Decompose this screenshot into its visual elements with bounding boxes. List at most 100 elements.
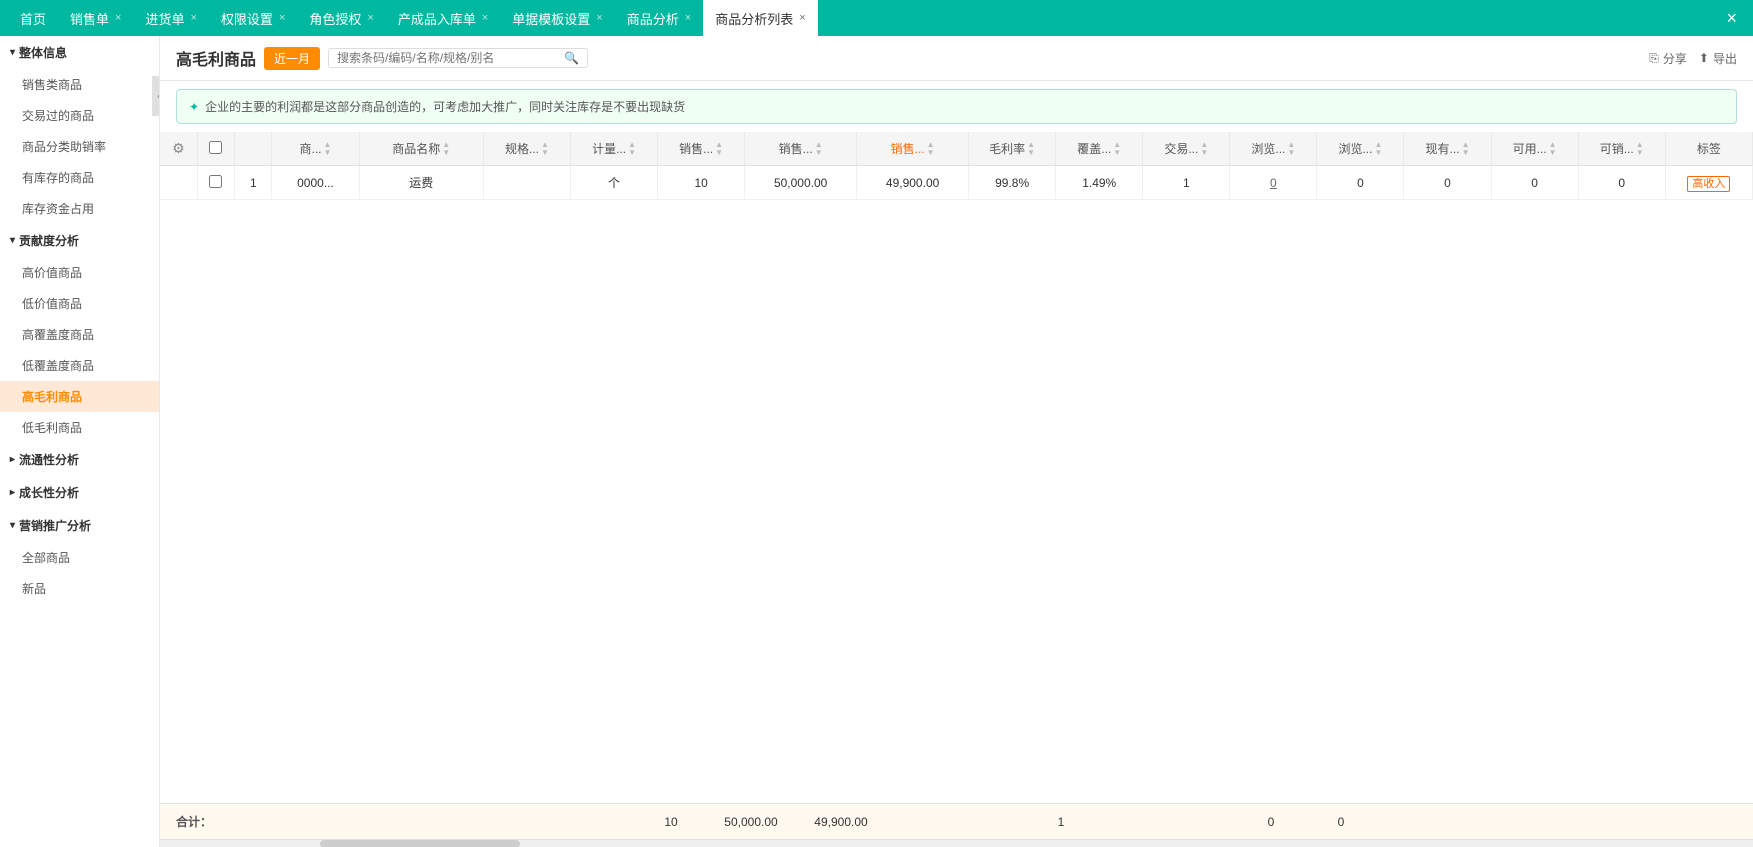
tab-template-settings[interactable]: 单据模板设置 × <box>500 0 614 36</box>
close-product-analysis-list[interactable]: × <box>799 12 805 24</box>
tab-permission-settings[interactable]: 权限设置 × <box>209 0 297 36</box>
export-btn[interactable]: ⬆ 导出 <box>1699 50 1737 67</box>
th-sales-amount[interactable]: 销售... ▲ ▼ <box>745 132 857 166</box>
table-row: 1 0000... 运费 个 10 50,000.00 49,900.00 99… <box>160 166 1753 200</box>
arrow-contribution: ▾ <box>10 235 15 246</box>
bottom-scrollbar[interactable] <box>160 839 1753 847</box>
sidebar-item-category-rate[interactable]: 商品分类助销率 <box>0 131 159 162</box>
sidebar-group-liquidity[interactable]: ▾ 流通性分析 <box>0 443 159 476</box>
th-transactions[interactable]: 交易... ▲ ▼ <box>1143 132 1230 166</box>
sidebar-item-low-margin[interactable]: 低毛利商品 <box>0 412 159 443</box>
settings-icon[interactable]: ⚙ <box>172 140 185 156</box>
td-name: 运费 <box>359 166 483 200</box>
sort-browse2[interactable]: ▲ ▼ <box>1374 141 1382 157</box>
sort-salable[interactable]: ▲ ▼ <box>1636 141 1644 157</box>
tab-product-analysis[interactable]: 商品分析 × <box>615 0 703 36</box>
th-settings[interactable]: ⚙ <box>160 132 197 166</box>
sidebar-item-instock-goods[interactable]: 有库存的商品 <box>0 162 159 193</box>
info-icon: ✦ <box>189 100 199 114</box>
th-sales-profit[interactable]: 销售... ▲ ▼ <box>857 132 969 166</box>
sidebar-group-contribution[interactable]: ▾ 贡献度分析 <box>0 224 159 257</box>
sort-available[interactable]: ▲ ▼ <box>1549 141 1557 157</box>
search-input[interactable] <box>337 51 564 65</box>
sort-browse1[interactable]: ▲ ▼ <box>1287 141 1295 157</box>
sidebar-item-traded-goods[interactable]: 交易过的商品 <box>0 100 159 131</box>
th-gross-margin[interactable]: 毛利率 ▲ ▼ <box>969 132 1056 166</box>
sidebar-group-growth[interactable]: ▾ 成长性分析 <box>0 476 159 509</box>
th-name[interactable]: 商品名称 ▲ ▼ <box>359 132 483 166</box>
th-spec[interactable]: 规格... ▲ ▼ <box>483 132 570 166</box>
th-available[interactable]: 可用... ▲ ▼ <box>1491 132 1578 166</box>
td-browse1[interactable]: 0 <box>1230 166 1317 200</box>
th-current-stock[interactable]: 现有... ▲ ▼ <box>1404 132 1491 166</box>
sort-coverage[interactable]: ▲ ▼ <box>1113 141 1121 157</box>
sidebar-item-new-goods[interactable]: 新品 <box>0 573 159 604</box>
sort-name[interactable]: ▲ ▼ <box>442 141 450 157</box>
th-tag[interactable]: 标签 <box>1665 132 1752 166</box>
footer-spacer-salable <box>1376 815 1446 829</box>
sidebar-group-overall[interactable]: ▾ 整体信息 <box>0 36 159 69</box>
sidebar-item-high-margin[interactable]: 高毛利商品 <box>0 381 159 412</box>
th-code[interactable]: 商... ▲ ▼ <box>272 132 359 166</box>
close-sales-order[interactable]: × <box>115 12 121 24</box>
scrollbar-thumb[interactable] <box>320 840 520 847</box>
close-template-settings[interactable]: × <box>596 12 602 24</box>
export-icon: ⬆ <box>1699 51 1709 65</box>
close-purchase-order[interactable]: × <box>190 12 196 24</box>
close-permission-settings[interactable]: × <box>279 12 285 24</box>
sidebar: « ▾ 整体信息 销售类商品 交易过的商品 商品分类助销率 有库存的商品 库存资… <box>0 36 160 847</box>
footer-current-stock: 0 <box>1236 815 1306 829</box>
footer-spacer-name <box>396 815 496 829</box>
close-all-tabs[interactable]: × <box>1718 8 1745 29</box>
sidebar-collapse-btn[interactable]: « <box>152 76 160 116</box>
sort-spec[interactable]: ▲ ▼ <box>541 141 549 157</box>
sort-sales-profit[interactable]: ▲ ▼ <box>927 141 935 157</box>
footer-sales-amount: 50,000.00 <box>706 815 796 829</box>
footer-cells: 10 50,000.00 49,900.00 1 0 0 <box>236 815 1737 829</box>
tab-sales-order[interactable]: 销售单 × <box>58 0 133 36</box>
th-coverage[interactable]: 覆盖... ▲ ▼ <box>1056 132 1143 166</box>
sort-gross-margin[interactable]: ▲ ▼ <box>1027 141 1035 157</box>
sidebar-item-low-value[interactable]: 低价值商品 <box>0 288 159 319</box>
sidebar-item-sales-goods[interactable]: 销售类商品 <box>0 69 159 100</box>
filter-recent-month[interactable]: 近一月 <box>264 47 320 70</box>
td-spec <box>483 166 570 200</box>
th-unit[interactable]: 计量... ▲ ▼ <box>571 132 658 166</box>
td-transactions: 1 <box>1143 166 1230 200</box>
sidebar-item-high-coverage[interactable]: 高覆盖度商品 <box>0 319 159 350</box>
sort-unit[interactable]: ▲ ▼ <box>628 141 636 157</box>
tab-product-analysis-list[interactable]: 商品分析列表 × <box>703 0 817 36</box>
sort-code[interactable]: ▲ ▼ <box>324 141 332 157</box>
close-product-analysis[interactable]: × <box>685 12 691 24</box>
sort-current-stock[interactable]: ▲ ▼ <box>1462 141 1470 157</box>
sort-transactions[interactable]: ▲ ▼ <box>1200 141 1208 157</box>
select-all-checkbox[interactable] <box>209 141 222 154</box>
tab-home[interactable]: 首页 <box>8 0 58 36</box>
share-btn[interactable]: ⎘ 分享 <box>1649 50 1687 67</box>
page-title: 高毛利商品 <box>176 46 256 70</box>
th-salable[interactable]: 可销... ▲ ▼ <box>1578 132 1665 166</box>
sidebar-item-stock-capital[interactable]: 库存资金占用 <box>0 193 159 224</box>
search-icon[interactable]: 🔍 <box>564 51 579 65</box>
td-code: 0000... <box>272 166 359 200</box>
sidebar-group-contribution-items: 高价值商品 低价值商品 高覆盖度商品 低覆盖度商品 高毛利商品 低毛利商品 <box>0 257 159 443</box>
tab-role-auth[interactable]: 角色授权 × <box>297 0 385 36</box>
th-sales-qty[interactable]: 销售... ▲ ▼ <box>658 132 745 166</box>
td-coverage: 1.49% <box>1056 166 1143 200</box>
sort-sales-amount[interactable]: ▲ ▼ <box>815 141 823 157</box>
sidebar-item-all-goods[interactable]: 全部商品 <box>0 542 159 573</box>
th-browse2[interactable]: 浏览... ▲ ▼ <box>1317 132 1404 166</box>
footer-spacer-unit <box>566 815 636 829</box>
sidebar-item-low-coverage[interactable]: 低覆盖度商品 <box>0 350 159 381</box>
close-product-inbound[interactable]: × <box>482 12 488 24</box>
th-checkbox[interactable] <box>197 132 234 166</box>
th-browse1[interactable]: 浏览... ▲ ▼ <box>1230 132 1317 166</box>
tab-purchase-order[interactable]: 进货单 × <box>133 0 208 36</box>
sort-sales-qty[interactable]: ▲ ▼ <box>715 141 723 157</box>
tab-product-inbound[interactable]: 产成品入库单 × <box>386 0 500 36</box>
row-checkbox[interactable] <box>209 175 222 188</box>
sidebar-item-high-value[interactable]: 高价值商品 <box>0 257 159 288</box>
close-role-auth[interactable]: × <box>367 12 373 24</box>
td-checkbox[interactable] <box>197 166 234 200</box>
sidebar-group-marketing[interactable]: ▾ 营销推广分析 <box>0 509 159 542</box>
